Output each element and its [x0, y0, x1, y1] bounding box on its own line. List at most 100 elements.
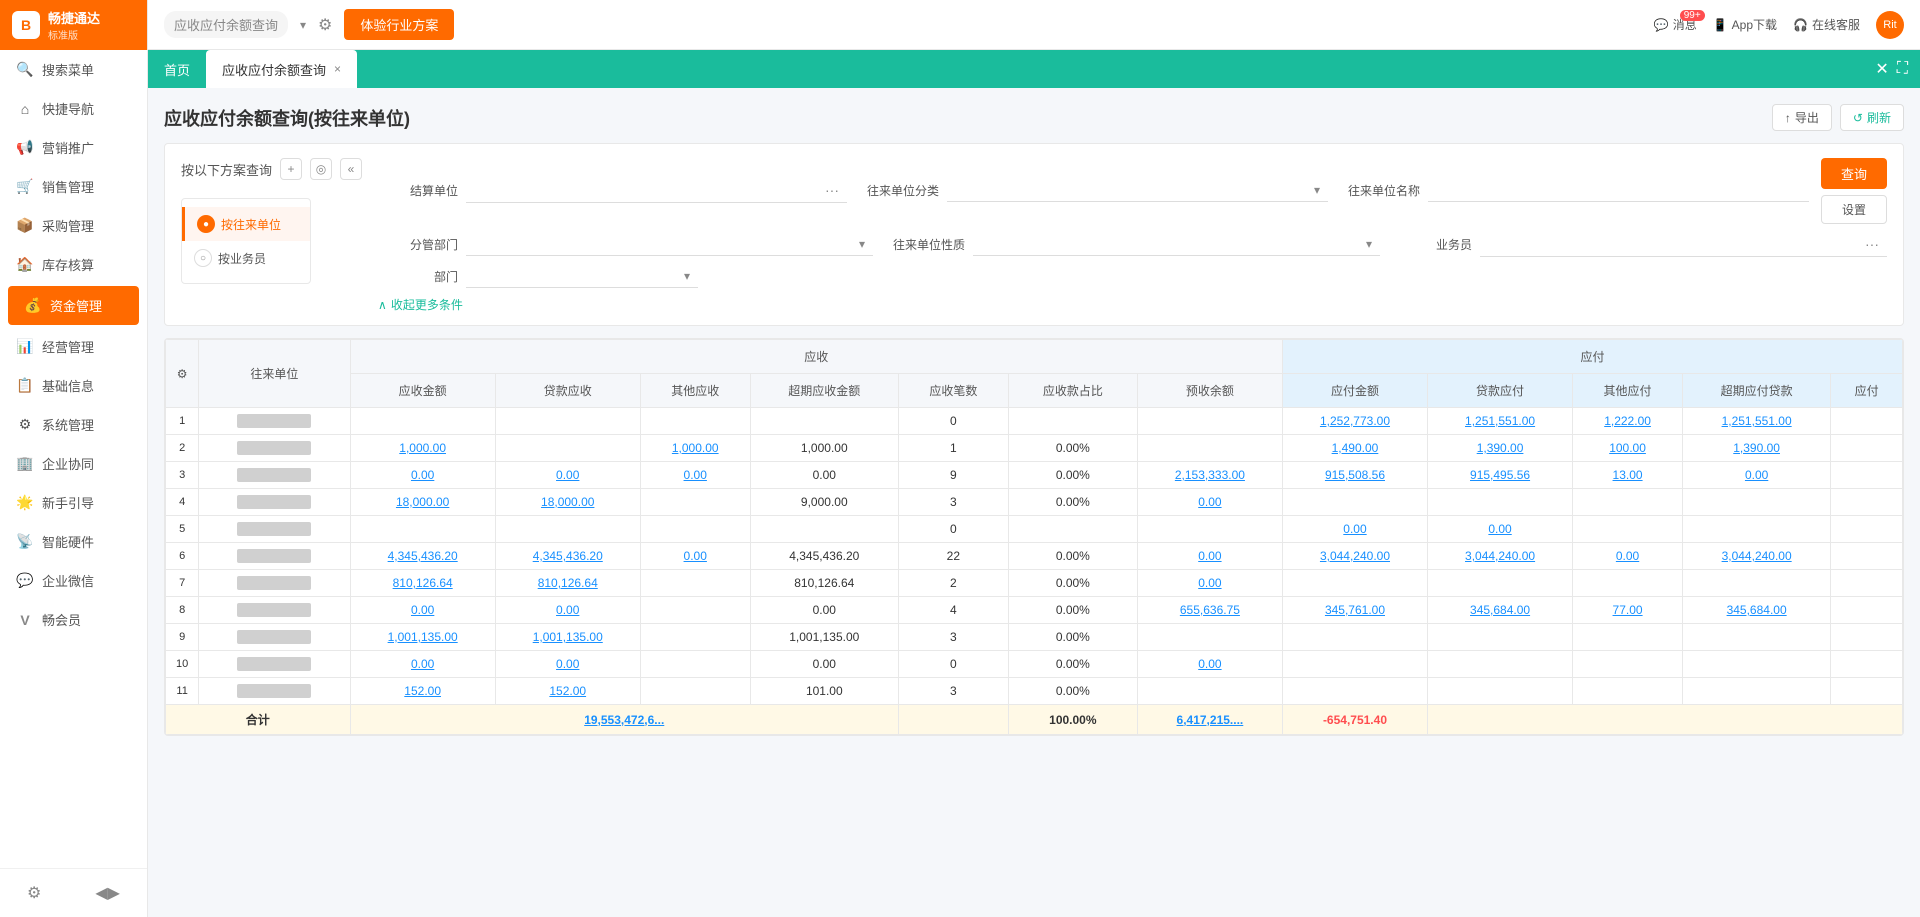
cell-link[interactable]: 915,495.56: [1470, 468, 1530, 482]
sidebar-item-guide[interactable]: 🌟 新手引导: [0, 483, 147, 522]
partner-nature-select[interactable]: ▾: [973, 233, 1380, 256]
salesperson-dots[interactable]: ···: [1865, 236, 1879, 252]
cell-link[interactable]: 18,000.00: [541, 495, 594, 509]
sidebar-item-inventory[interactable]: 🏠 库存核算: [0, 245, 147, 284]
cell-link[interactable]: 1,001,135.00: [533, 630, 603, 644]
panel-item-partner[interactable]: ● 按往来单位: [182, 207, 310, 241]
sidebar-item-operations[interactable]: 📊 经营管理: [0, 327, 147, 366]
cell-link[interactable]: 1,222.00: [1604, 414, 1651, 428]
tab-receivables[interactable]: 应收应付余额查询 ×: [206, 50, 357, 88]
topbar-dropdown-btn[interactable]: ▾: [300, 18, 306, 32]
sidebar-settings-btn[interactable]: ⚙: [21, 877, 47, 909]
cell-link[interactable]: 13.00: [1613, 468, 1643, 482]
cell-link[interactable]: 3,044,240.00: [1320, 549, 1390, 563]
collapse-btn[interactable]: ∧ 收起更多条件: [378, 296, 1887, 313]
solution-btn[interactable]: 体验行业方案: [344, 9, 454, 40]
settlement-unit-dots[interactable]: ···: [825, 182, 839, 198]
sidebar-item-sales[interactable]: 🛒 销售管理: [0, 167, 147, 206]
cell-link[interactable]: 345,761.00: [1325, 603, 1385, 617]
cell-link[interactable]: 3,044,240.00: [1465, 549, 1535, 563]
sidebar-item-search[interactable]: 🔍 搜索菜单: [0, 50, 147, 89]
cell-link[interactable]: 0.00: [411, 603, 434, 617]
setting-btn[interactable]: 设置: [1821, 195, 1887, 224]
cell-link[interactable]: 810,126.64: [393, 576, 453, 590]
tab-close-window-btn[interactable]: ✕: [1875, 59, 1888, 79]
user-avatar[interactable]: Rit: [1876, 11, 1904, 39]
more-scheme-btn[interactable]: «: [340, 158, 362, 180]
cell-link[interactable]: 152.00: [549, 684, 586, 698]
sidebar-item-finance[interactable]: 💰 资金管理: [8, 286, 139, 325]
cell-link[interactable]: 0.00: [1198, 495, 1221, 509]
sidebar-item-wechat[interactable]: 💬 企业微信: [0, 561, 147, 600]
cell-link[interactable]: 1,000.00: [399, 441, 446, 455]
sidebar-item-label: 系统管理: [42, 415, 94, 434]
salesperson-select[interactable]: ···: [1480, 232, 1887, 257]
cell-link[interactable]: 2,153,333.00: [1175, 468, 1245, 482]
cell-link[interactable]: 345,684.00: [1470, 603, 1530, 617]
app-download-btn[interactable]: 📱 App下载: [1713, 16, 1777, 33]
cell-link[interactable]: 3,044,240.00: [1722, 549, 1792, 563]
topbar-gear-btn[interactable]: ⚙: [318, 15, 332, 35]
sidebar-item-marketing[interactable]: 📢 营销推广: [0, 128, 147, 167]
cell-link[interactable]: 100.00: [1609, 441, 1646, 455]
sidebar-item-corp[interactable]: 🏢 企业协同: [0, 444, 147, 483]
dept-manager-select[interactable]: ▾: [466, 233, 873, 256]
cell-link[interactable]: 1,252,773.00: [1320, 414, 1390, 428]
cell-link[interactable]: 0.00: [556, 468, 579, 482]
row-ap-amount: [1282, 678, 1427, 705]
cell-link[interactable]: 0.00: [684, 468, 707, 482]
cell-link[interactable]: 1,390.00: [1733, 441, 1780, 455]
sidebar-item-hardware[interactable]: 📡 智能硬件: [0, 522, 147, 561]
cell-link[interactable]: 0.00: [1198, 657, 1221, 671]
query-btn[interactable]: 查询: [1821, 158, 1887, 189]
cell-link[interactable]: 1,000.00: [672, 441, 719, 455]
department-select[interactable]: ▾: [466, 265, 698, 288]
settlement-unit-input[interactable]: ···: [466, 178, 847, 203]
sidebar-item-member[interactable]: V 畅会员: [0, 600, 147, 639]
tab-close-btn[interactable]: ×: [334, 62, 341, 76]
cell-link[interactable]: 1,251,551.00: [1722, 414, 1792, 428]
sidebar-item-quick[interactable]: ⌂ 快捷导航: [0, 89, 147, 128]
cell-link[interactable]: 4,345,436.20: [388, 549, 458, 563]
partner-category-select[interactable]: ▾: [947, 179, 1328, 202]
partner-name-input[interactable]: [1428, 179, 1809, 202]
cell-link[interactable]: 0.00: [411, 468, 434, 482]
cell-link[interactable]: 4,345,436.20: [533, 549, 603, 563]
sidebar-item-basic[interactable]: 📋 基础信息: [0, 366, 147, 405]
cell-link[interactable]: 1,390.00: [1477, 441, 1524, 455]
service-btn[interactable]: 🎧 在线客服: [1793, 16, 1860, 33]
cell-link[interactable]: 1,001,135.00: [388, 630, 458, 644]
cell-link[interactable]: 1,251,551.00: [1465, 414, 1535, 428]
cell-link[interactable]: 915,508.56: [1325, 468, 1385, 482]
export-btn[interactable]: ↑ 导出: [1772, 104, 1832, 131]
tab-maximize-btn[interactable]: ⛶: [1897, 60, 1908, 78]
cell-link[interactable]: 77.00: [1613, 603, 1643, 617]
cell-link[interactable]: 0.00: [1488, 522, 1511, 536]
tab-home[interactable]: 首页: [148, 50, 206, 88]
cell-link[interactable]: 0.00: [556, 603, 579, 617]
panel-item-salesperson[interactable]: ○ 按业务员: [182, 241, 310, 275]
cell-link[interactable]: 810,126.64: [538, 576, 598, 590]
sidebar-item-system[interactable]: ⚙ 系统管理: [0, 405, 147, 444]
tab-home-label: 首页: [164, 60, 190, 79]
cell-link[interactable]: 18,000.00: [396, 495, 449, 509]
cell-link[interactable]: 0.00: [1616, 549, 1639, 563]
cell-link[interactable]: 0.00: [411, 657, 434, 671]
edit-scheme-btn[interactable]: ◎: [310, 158, 332, 180]
cell-link[interactable]: 1,490.00: [1332, 441, 1379, 455]
cell-link[interactable]: 0.00: [1198, 549, 1221, 563]
add-scheme-btn[interactable]: +: [280, 158, 302, 180]
cell-link[interactable]: 0.00: [684, 549, 707, 563]
cell-link[interactable]: 0.00: [1745, 468, 1768, 482]
cell-link[interactable]: 655,636.75: [1180, 603, 1240, 617]
sidebar-collapse-btn[interactable]: ◀▶: [89, 877, 126, 909]
cell-link[interactable]: 345,684.00: [1727, 603, 1787, 617]
sidebar-item-purchase[interactable]: 📦 采购管理: [0, 206, 147, 245]
th-gear[interactable]: ⚙: [166, 340, 199, 408]
cell-link[interactable]: 0.00: [1343, 522, 1366, 536]
cell-link[interactable]: 0.00: [1198, 576, 1221, 590]
cell-link[interactable]: 152.00: [404, 684, 441, 698]
refresh-btn[interactable]: ↺ 刷新: [1840, 104, 1904, 131]
cell-link[interactable]: 0.00: [556, 657, 579, 671]
message-btn[interactable]: 💬 消息 99+: [1654, 16, 1697, 33]
